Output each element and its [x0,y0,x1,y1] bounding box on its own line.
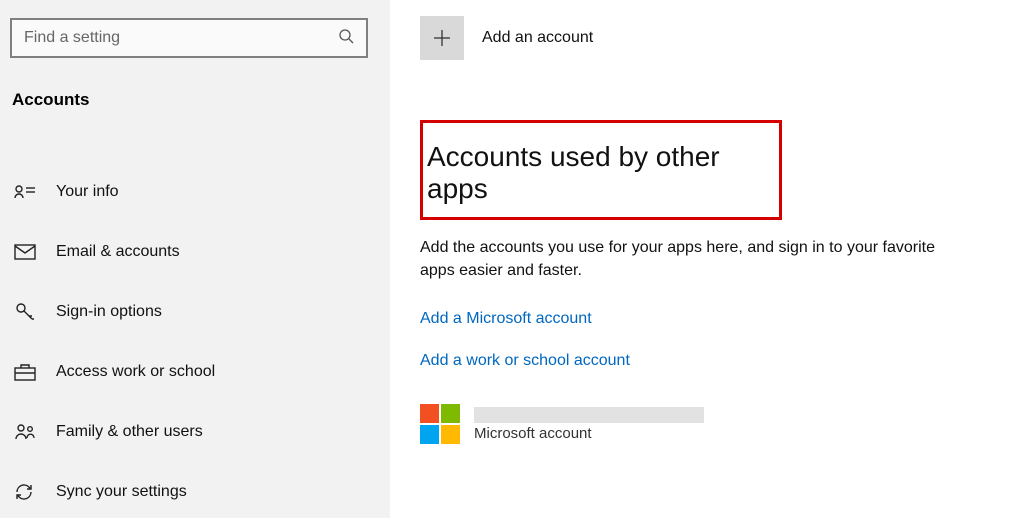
sidebar-item-sync-settings[interactable]: Sync your settings [10,462,380,522]
key-icon [14,301,42,323]
microsoft-logo-icon [420,404,460,444]
main-content: Add an account Accounts used by other ap… [390,0,1018,518]
add-account-button[interactable] [420,16,464,60]
account-name-redacted [474,407,704,423]
highlighted-section: Accounts used by other apps [420,120,782,220]
sidebar-item-email-accounts[interactable]: Email & accounts [10,222,380,282]
search-box[interactable] [10,18,368,58]
account-subtitle: Microsoft account [474,425,704,442]
sidebar-item-label: Sync your settings [56,483,187,501]
add-microsoft-account-link[interactable]: Add a Microsoft account [420,310,988,328]
briefcase-icon [14,363,42,381]
add-work-school-account-link[interactable]: Add a work or school account [420,352,988,370]
search-icon [338,28,354,49]
section-heading: Accounts used by other apps [427,141,771,205]
mail-icon [14,244,42,260]
sidebar-item-sign-in-options[interactable]: Sign-in options [10,282,380,342]
sidebar-item-label: Email & accounts [56,243,180,261]
sidebar-item-access-work-school[interactable]: Access work or school [10,342,380,402]
add-account-row[interactable]: Add an account [420,16,988,60]
settings-sidebar: Accounts Your info Email & accounts [0,0,390,518]
account-text: Microsoft account [474,407,704,442]
sidebar-item-your-info[interactable]: Your info [10,162,380,222]
account-entry[interactable]: Microsoft account [420,404,988,444]
person-card-icon [14,183,42,201]
sidebar-nav: Your info Email & accounts Sign-in optio… [10,162,380,522]
add-account-label: Add an account [482,29,593,47]
sidebar-item-label: Family & other users [56,423,203,441]
sidebar-item-family-other-users[interactable]: Family & other users [10,402,380,462]
section-description: Add the accounts you use for your apps h… [420,236,950,282]
people-icon [14,423,42,441]
sidebar-item-label: Access work or school [56,363,215,381]
sidebar-item-label: Your info [56,183,119,201]
search-input[interactable] [24,29,338,47]
sidebar-item-label: Sign-in options [56,303,162,321]
sidebar-section-title: Accounts [12,90,380,110]
sync-icon [14,482,42,502]
plus-icon [432,28,452,48]
